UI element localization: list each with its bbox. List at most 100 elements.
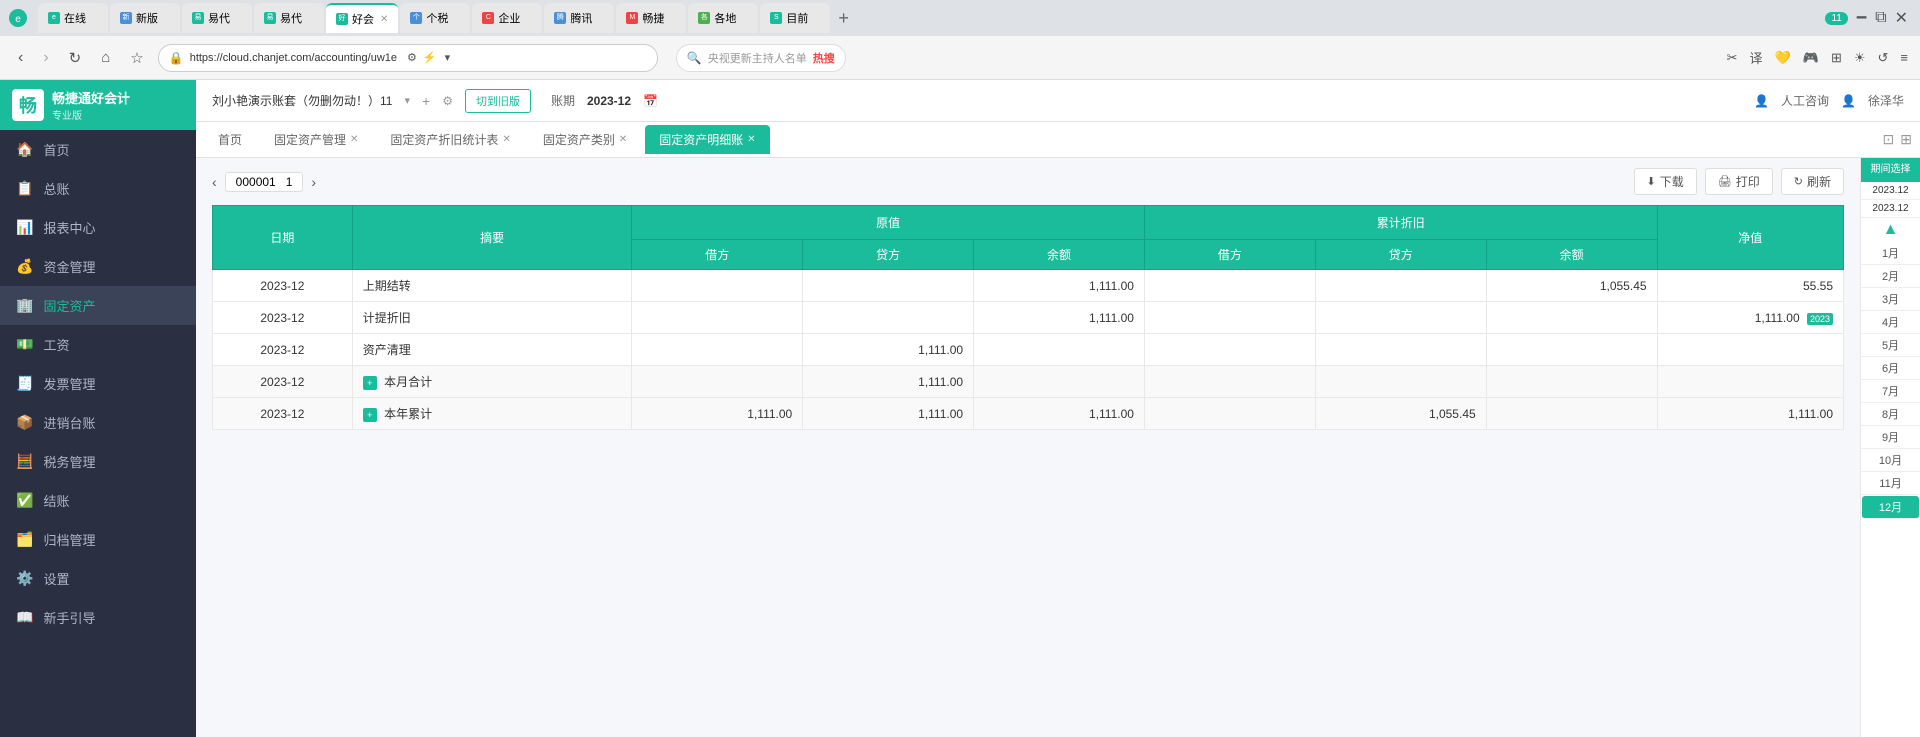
- sidebar-item-assets[interactable]: 🏢 固定资产: [0, 286, 196, 325]
- guide-icon: 📖: [16, 609, 33, 626]
- calendar-icon[interactable]: 📅: [643, 94, 658, 108]
- minimize-icon[interactable]: 🗕: [1856, 5, 1867, 32]
- download-btn[interactable]: ⬇ 下载: [1634, 168, 1697, 195]
- sun-icon[interactable]: ☀: [1854, 50, 1866, 66]
- period-up-arrow[interactable]: ▲: [1861, 218, 1920, 242]
- bookmark-btn[interactable]: ☆: [124, 45, 149, 71]
- tab-geshui[interactable]: 个 个税: [400, 3, 470, 33]
- sidebar-item-closing[interactable]: ✅ 结账: [0, 481, 196, 520]
- menu-icon[interactable]: ≡: [1900, 50, 1908, 65]
- sidebar-item-funds[interactable]: 💰 资金管理: [0, 247, 196, 286]
- settings-small-icon[interactable]: ⚙: [442, 94, 453, 108]
- tab-maximize-btn[interactable]: ⊡ ⊞: [1883, 131, 1912, 148]
- refresh-btn[interactable]: ↻ 刷新: [1781, 168, 1844, 195]
- tab-asset-detail[interactable]: 固定资产明细账 ✕: [645, 125, 769, 154]
- period-month-8[interactable]: 8月: [1861, 403, 1920, 426]
- period-month-10[interactable]: 10月: [1861, 449, 1920, 472]
- period-month-12[interactable]: 12月: [1862, 496, 1919, 519]
- tab-asset-mgmt[interactable]: 固定资产管理 ✕: [260, 125, 372, 154]
- restore-icon[interactable]: ⧉: [1875, 9, 1886, 27]
- dropdown-arrow-icon[interactable]: ▾: [445, 51, 451, 64]
- period-month-11[interactable]: 11月: [1861, 472, 1920, 495]
- tab-asset-detail-close[interactable]: ✕: [747, 134, 755, 145]
- tab-xinban[interactable]: 新 新版: [110, 3, 180, 33]
- tab-asset-category-close[interactable]: ✕: [619, 134, 627, 145]
- tab-gedi[interactable]: 各 各地: [688, 3, 758, 33]
- sidebar-item-home[interactable]: 🏠 首页: [0, 130, 196, 169]
- tab-asset-mgmt-close[interactable]: ✕: [350, 134, 358, 145]
- tab-asset-mgmt-label: 固定资产管理: [274, 131, 346, 148]
- sidebar-item-tax[interactable]: 🧮 税务管理: [0, 442, 196, 481]
- sidebar-item-invoice[interactable]: 🧾 发票管理: [0, 364, 196, 403]
- period-month-3[interactable]: 3月: [1861, 288, 1920, 311]
- grid-icon[interactable]: ⊞: [1831, 50, 1842, 66]
- tab-haohui[interactable]: 好 好会 ✕: [326, 3, 398, 33]
- tab-yidai2[interactable]: 易 易代: [254, 3, 324, 33]
- history-icon[interactable]: ↺: [1878, 50, 1889, 66]
- tab-zaixian[interactable]: e 在线: [38, 3, 108, 33]
- translate-icon[interactable]: 译: [1750, 48, 1763, 67]
- period-date-1[interactable]: 2023.12: [1861, 182, 1920, 200]
- sidebar-item-archive[interactable]: 🗂️ 归档管理: [0, 520, 196, 559]
- tab-yidai1-label: 易代: [208, 10, 230, 26]
- tab-depreciation[interactable]: 固定资产折旧统计表 ✕: [376, 125, 524, 154]
- page-count-text: 1: [286, 175, 293, 189]
- lock-icon: 🔒: [169, 51, 184, 65]
- col-orig-debit: 借方: [632, 240, 803, 270]
- add-account-btn[interactable]: +: [422, 93, 430, 109]
- url-bar[interactable]: 🔒 https://cloud.chanjet.com/accounting/u…: [158, 44, 658, 72]
- switch-version-btn[interactable]: 切到旧版: [465, 89, 531, 113]
- forward-btn[interactable]: ›: [37, 45, 54, 71]
- new-tab-btn[interactable]: +: [832, 8, 855, 29]
- tab-tengxun[interactable]: 腾 腾讯: [544, 3, 614, 33]
- sidebar-item-ledger[interactable]: 📋 总账: [0, 169, 196, 208]
- logo-text-block: 畅捷通好会计 专业版: [52, 88, 130, 122]
- reload-btn[interactable]: ↻: [63, 45, 88, 71]
- next-page-btn[interactable]: ›: [311, 174, 316, 190]
- period-month-6[interactable]: 6月: [1861, 357, 1920, 380]
- tab-qiye[interactable]: C 企业: [472, 3, 542, 33]
- nav-row: ‹ 000001 1 › ⬇ 下载: [212, 168, 1844, 195]
- period-month-1[interactable]: 1月: [1861, 242, 1920, 265]
- search-bar[interactable]: 🔍 央视更新主持人名单 热搜: [676, 44, 846, 72]
- row3-accum-debit: [1144, 334, 1315, 366]
- close-icon[interactable]: ✕: [1895, 8, 1908, 28]
- tab-changjie[interactable]: M 畅捷: [616, 3, 686, 33]
- help-text[interactable]: 人工咨询: [1781, 92, 1829, 109]
- tab-muqian[interactable]: S 目前: [760, 3, 830, 33]
- period-month-7[interactable]: 7月: [1861, 380, 1920, 403]
- tab-home[interactable]: 首页: [204, 125, 256, 154]
- expand-icon[interactable]: ⊞: [1900, 131, 1912, 148]
- print-btn[interactable]: 🖨 打印: [1705, 168, 1773, 195]
- tab-asset-category-label: 固定资产类别: [543, 131, 615, 148]
- game-icon[interactable]: 🎮: [1803, 50, 1819, 66]
- lightning-icon[interactable]: ⚡: [423, 51, 437, 64]
- tab-yidai1[interactable]: 易 易代: [182, 3, 252, 33]
- prev-page-btn[interactable]: ‹: [212, 174, 217, 190]
- wallet-icon[interactable]: 💛: [1775, 50, 1791, 66]
- tab-haohui-close[interactable]: ✕: [380, 14, 388, 25]
- tab-home-label: 首页: [218, 131, 242, 148]
- back-btn[interactable]: ‹: [12, 45, 29, 71]
- sidebar-item-guide[interactable]: 📖 新手引导: [0, 598, 196, 637]
- row5-accum-balance: [1486, 398, 1657, 430]
- scissors-icon[interactable]: ✂: [1727, 50, 1738, 66]
- period-month-9[interactable]: 9月: [1861, 426, 1920, 449]
- assets-icon: 🏢: [16, 297, 33, 314]
- dropdown-icon[interactable]: ▾: [404, 94, 410, 107]
- tab-asset-category[interactable]: 固定资产类别 ✕: [529, 125, 641, 154]
- row1-accum-balance: 1,055.45: [1486, 270, 1657, 302]
- sidebar-item-reports[interactable]: 📊 报表中心: [0, 208, 196, 247]
- period-date-2[interactable]: 2023.12: [1861, 200, 1920, 218]
- sidebar-item-inventory[interactable]: 📦 进销台账: [0, 403, 196, 442]
- period-month-5[interactable]: 5月: [1861, 334, 1920, 357]
- tab-depreciation-label: 固定资产折旧统计表: [390, 131, 498, 148]
- site-info-icon[interactable]: ⚙: [407, 51, 417, 64]
- sidebar-item-salary[interactable]: 💵 工资: [0, 325, 196, 364]
- sidebar-item-settings[interactable]: ⚙️ 设置: [0, 559, 196, 598]
- home-btn[interactable]: ⌂: [95, 45, 116, 70]
- period-month-4[interactable]: 4月: [1861, 311, 1920, 334]
- tab-depreciation-close[interactable]: ✕: [502, 134, 510, 145]
- shrink-icon[interactable]: ⊡: [1883, 131, 1895, 148]
- period-month-2[interactable]: 2月: [1861, 265, 1920, 288]
